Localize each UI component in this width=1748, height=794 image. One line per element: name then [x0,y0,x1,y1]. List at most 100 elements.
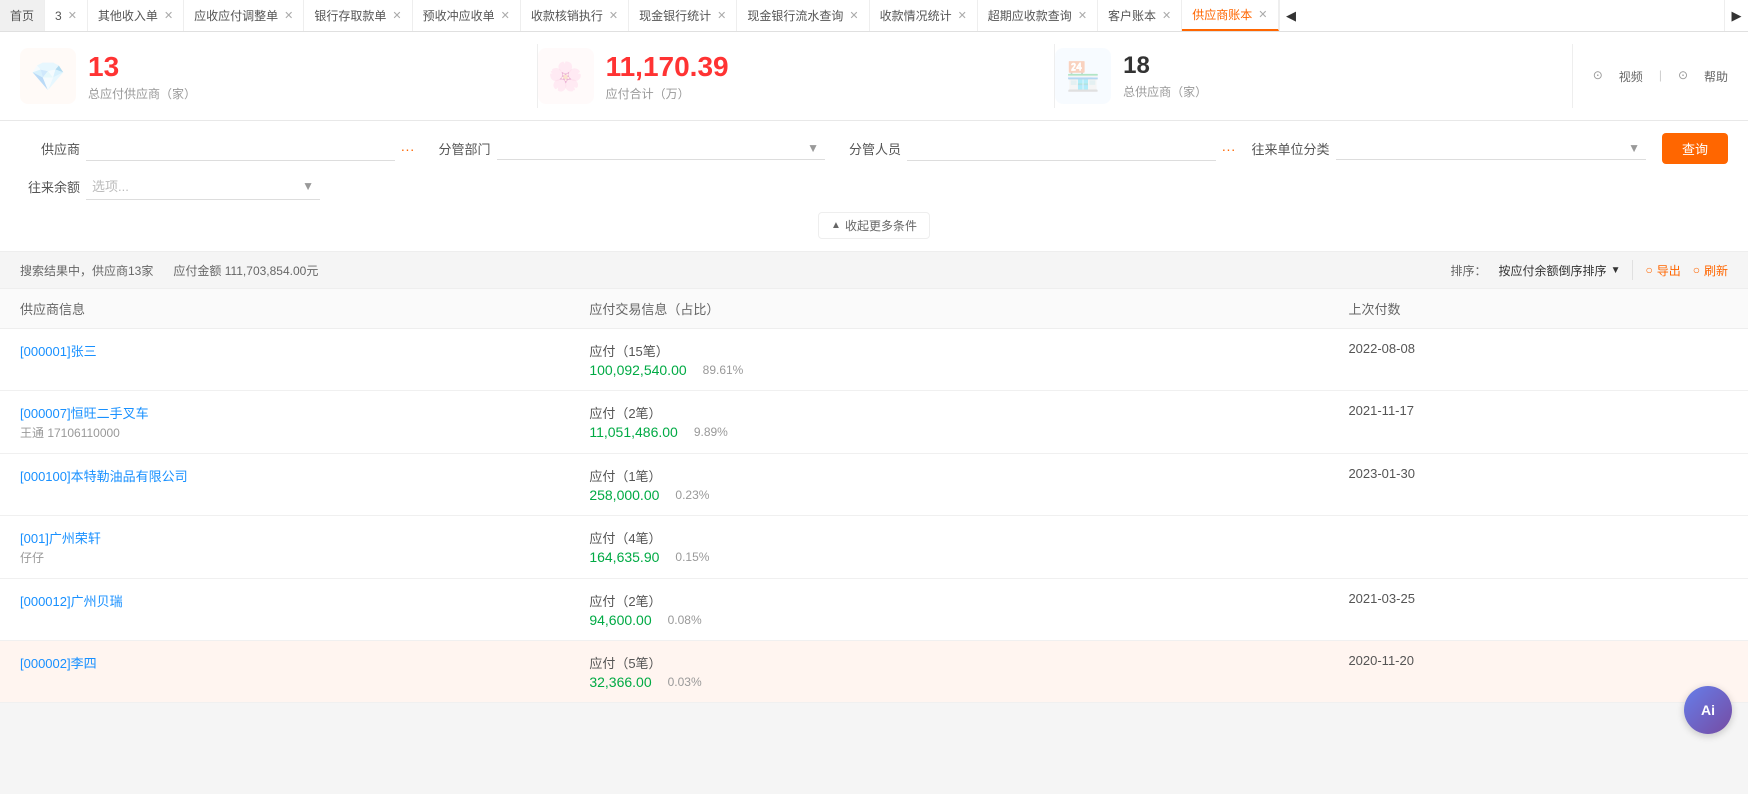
person-label: 分管人员 [841,139,901,158]
close-icon[interactable]: ✕ [392,9,401,22]
supplier-link[interactable]: [000012]广州贝瑞 [20,594,123,609]
export-icon: ○ [1645,263,1652,277]
last-pay-date: 2021-11-17 [1348,403,1414,418]
close-icon[interactable]: ✕ [501,9,510,22]
table-row: [000012]广州贝瑞 应付（2笔） 94,600.00 0.08% 2021… [0,579,1748,641]
summary-card-payable-suppliers: 💎 13 总应付供应商（家） [20,44,538,108]
trade-amount[interactable]: 100,092,540.00 [589,362,686,378]
nav-cash-flow[interactable]: 现金银行流水查询 ✕ [737,0,869,31]
nav-left-arrow[interactable]: ◀ [1279,0,1303,32]
supplier-info-cell: [001]广州荣轩 仔仔 [20,528,589,566]
balance-select[interactable]: 选项... ▼ [86,172,320,200]
close-icon[interactable]: ✕ [164,9,173,22]
trade-info-cell: 应付（4笔） 164,635.90 0.15% [589,528,1348,565]
trade-amount[interactable]: 94,600.00 [589,612,651,628]
nav-bank-deposit[interactable]: 银行存取款单 ✕ [304,0,412,31]
person-input[interactable] [907,137,1216,161]
person-dots[interactable]: ··· [1222,141,1236,157]
help-link[interactable]: 帮助 [1704,68,1728,85]
close-icon[interactable]: ✕ [958,9,967,22]
filter-bar: 供应商 ··· 分管部门 ▼ 分管人员 ··· 往来单位分类 ▼ 查询 往来 [0,121,1748,252]
supplier-link[interactable]: [000001]张三 [20,344,97,359]
close-icon[interactable]: ✕ [849,9,858,22]
category-arrow-icon: ▼ [1628,141,1640,155]
close-icon[interactable]: ✕ [609,9,618,22]
sort-value[interactable]: 按应付余额倒序排序 ▼ [1499,262,1621,279]
balance-label: 往来余额 [20,177,80,196]
trade-amount[interactable]: 164,635.90 [589,549,659,565]
trade-percentage: 0.15% [675,550,709,564]
flower-icon: 🌸 [538,48,594,104]
ai-label: Ai [1701,702,1715,718]
trade-amount[interactable]: 11,051,486.00 [589,424,678,440]
trade-percentage: 0.08% [668,613,702,627]
payable-total-label: 应付合计（万） [606,85,729,102]
nav-other-income[interactable]: 其他收入单 ✕ [88,0,184,31]
filter-dept: 分管部门 ▼ [431,137,826,160]
ai-button[interactable]: Ai [1684,686,1732,734]
supplier-link[interactable]: [000100]本特勒油品有限公司 [20,469,188,484]
supplier-link[interactable]: [000002]李四 [20,656,97,671]
table-row: [000007]恒旺二手叉车 王通 17106110000 应付（2笔） 11,… [0,391,1748,454]
last-pay-cell: 2021-03-25 [1348,591,1728,606]
supplier-input[interactable] [86,137,395,161]
supplier-link[interactable]: [000007]恒旺二手叉车 [20,406,149,421]
nav-customer-ledger[interactable]: 客户账本 ✕ [1098,0,1182,31]
refresh-button[interactable]: ○ 刷新 [1693,262,1728,279]
supplier-dots[interactable]: ··· [401,141,415,157]
close-icon[interactable]: ✕ [1258,8,1267,21]
nav-adjustment[interactable]: 应收应付调整单 ✕ [184,0,304,31]
nav-home[interactable]: 首页 [0,0,45,31]
close-icon[interactable]: ✕ [717,9,726,22]
close-icon[interactable]: ✕ [1162,9,1171,22]
table-row: [000001]张三 应付（15笔） 100,092,540.00 89.61%… [0,329,1748,391]
trade-amount[interactable]: 258,000.00 [589,487,659,503]
nav-prepay[interactable]: 预收冲应收单 ✕ [413,0,521,31]
last-pay-cell: 2020-11-20 [1348,653,1728,668]
result-info: 搜索结果中，供应商13家 应付金额 111,703,854.00元 [20,262,318,279]
filter-row-1: 供应商 ··· 分管部门 ▼ 分管人员 ··· 往来单位分类 ▼ 查询 [20,133,1728,164]
close-icon[interactable]: ✕ [284,9,293,22]
trade-percentage: 0.23% [675,488,709,502]
result-supplier-count: 搜索结果中，供应商13家 [20,262,153,279]
collapse-button[interactable]: ▲ 收起更多条件 [818,212,930,239]
last-pay-cell: 2022-08-08 [1348,341,1728,356]
collapse-label: 收起更多条件 [845,217,917,234]
supplier-link[interactable]: [001]广州荣轩 [20,531,101,546]
close-icon[interactable]: ✕ [1078,9,1087,22]
data-table: 供应商信息 应付交易信息（占比） 上次付数 [000001]张三 应付（15笔）… [0,289,1748,703]
table-header: 供应商信息 应付交易信息（占比） 上次付数 [0,289,1748,329]
supplier-sub-info: 仔仔 [20,549,589,566]
nav-overdue[interactable]: 超期应收款查询 ✕ [978,0,1098,31]
category-select[interactable]: ▼ [1336,137,1646,160]
nav-tab-3[interactable]: 3 ✕ [45,0,88,31]
nav-supplier-ledger[interactable]: 供应商账本 ✕ [1182,0,1278,31]
nav-cash-stats[interactable]: 现金银行统计 ✕ [629,0,737,31]
video-icon: ⊙ [1593,68,1603,85]
export-button[interactable]: ○ 导出 [1645,262,1680,279]
top-navigation: 首页 3 ✕ 其他收入单 ✕ 应收应付调整单 ✕ 银行存取款单 ✕ 预收冲应收单… [0,0,1748,32]
refresh-icon: ○ [1693,263,1700,277]
payable-total-amount: 11,170.39 [606,50,729,84]
dept-select[interactable]: ▼ [497,137,826,160]
trade-info-cell: 应付（2笔） 94,600.00 0.08% [589,591,1348,628]
last-pay-cell: 2023-01-30 [1348,466,1728,481]
filter-person: 分管人员 ··· [841,137,1236,161]
nav-collection-stats[interactable]: 收款情况统计 ✕ [870,0,978,31]
dept-label: 分管部门 [431,139,491,158]
last-pay-date: 2023-01-30 [1348,466,1415,481]
video-link[interactable]: 视频 [1619,68,1643,85]
store-icon: 🏪 [1055,48,1111,104]
header-last-pay: 上次付数 [1348,299,1728,318]
query-button[interactable]: 查询 [1662,133,1728,164]
trade-info-cell: 应付（2笔） 11,051,486.00 9.89% [589,403,1348,440]
close-icon[interactable]: ✕ [68,9,77,22]
total-suppliers-label: 总供应商（家） [1123,83,1207,100]
filter-row-2: 往来余额 选项... ▼ [20,172,1728,200]
trade-label: 应付（15笔） [589,341,1348,360]
refresh-label: 刷新 [1704,262,1728,279]
nav-collection[interactable]: 收款核销执行 ✕ [521,0,629,31]
diamond-icon: 💎 [20,48,76,104]
nav-right-arrow[interactable]: ▶ [1724,0,1748,32]
trade-amount[interactable]: 32,366.00 [589,674,651,690]
